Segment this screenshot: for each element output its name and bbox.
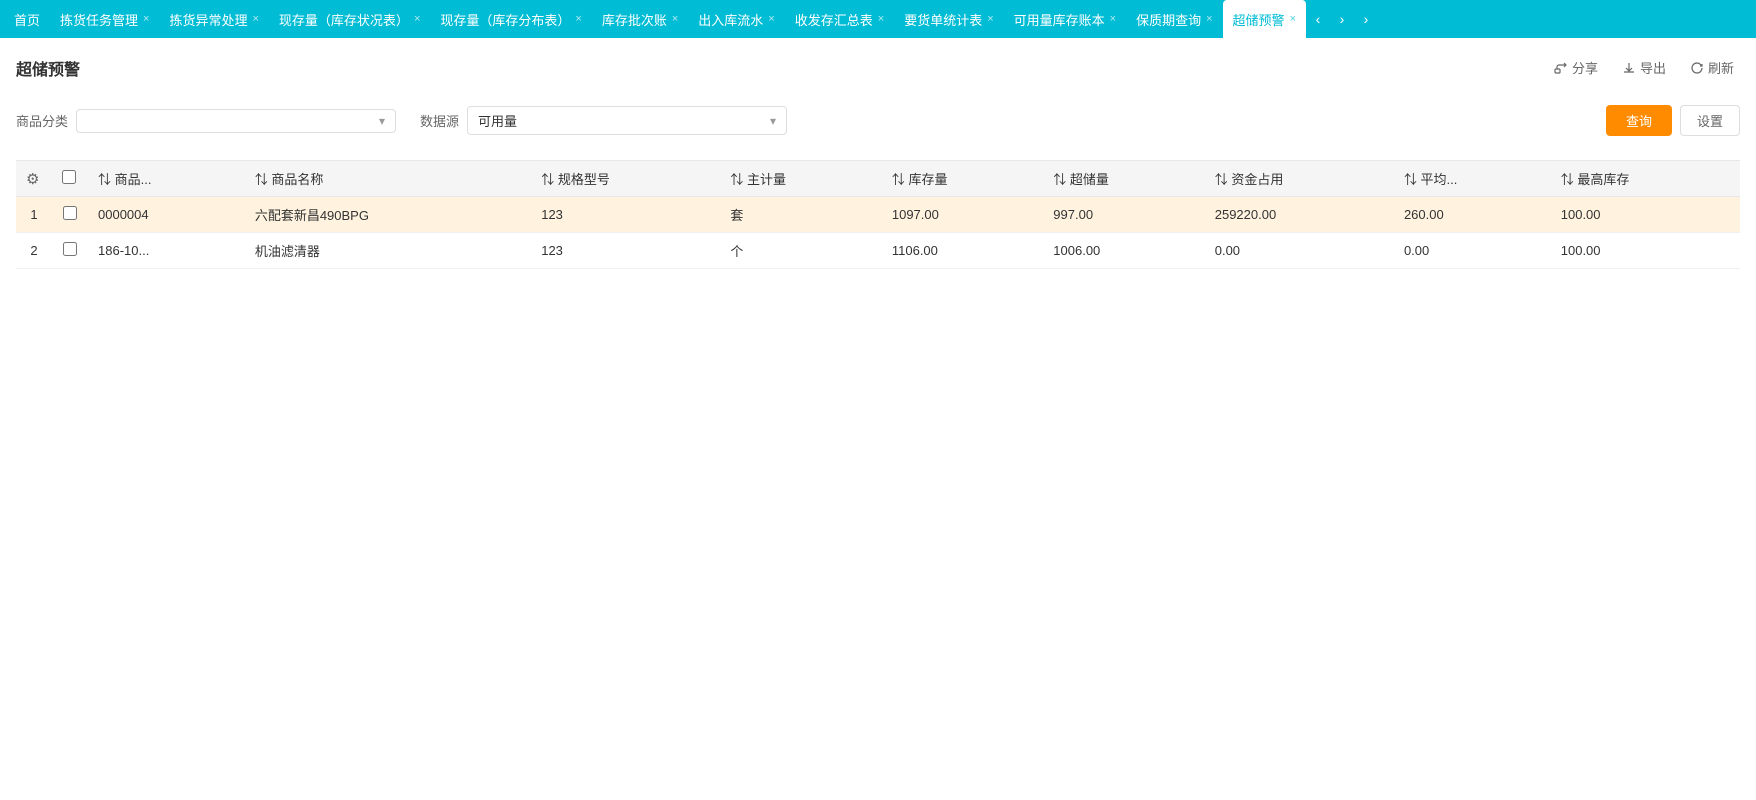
close-quality-check[interactable]: × bbox=[1206, 13, 1212, 25]
category-label: 商品分类 bbox=[16, 111, 68, 130]
row-2-stock: 1106.00 bbox=[882, 233, 1043, 269]
datasource-filter: 数据源 可用量 ▾ bbox=[420, 106, 787, 135]
nav-home[interactable]: 首页 bbox=[4, 0, 50, 38]
nav-available-account[interactable]: 可用量库存账本 × bbox=[1004, 0, 1126, 38]
table-header-row: ⚙ ⇅ 商品... ⇅ 商品名称 ⇅ 规格型号 ⇅ 主计量 ⇅ bbox=[16, 161, 1740, 197]
col-max-stock-header[interactable]: ⇅ 最高库存 bbox=[1551, 161, 1740, 197]
close-batch-account[interactable]: × bbox=[672, 13, 678, 25]
nav-next-arrow[interactable]: › bbox=[1330, 0, 1354, 38]
row-2-unit: 个 bbox=[720, 233, 881, 269]
close-inout-flow[interactable]: × bbox=[768, 13, 774, 25]
nav-batch-account[interactable]: 库存批次账 × bbox=[592, 0, 688, 38]
select-all-checkbox[interactable] bbox=[62, 170, 76, 184]
col-overstock-header[interactable]: ⇅ 超储量 bbox=[1043, 161, 1204, 197]
row-1-overstock: 997.00 bbox=[1043, 197, 1204, 233]
top-nav: 首页 拣货任务管理 × 拣货异常处理 × 现存量（库存状况表）× 现存量（库存分… bbox=[0, 0, 1756, 38]
nav-receive-summary[interactable]: 收发存汇总表 × bbox=[785, 0, 894, 38]
row-1-unit: 套 bbox=[720, 197, 881, 233]
nav-inout-flow[interactable]: 出入库流水 × bbox=[688, 0, 784, 38]
row-1-select-checkbox[interactable] bbox=[63, 206, 77, 220]
close-order-stats[interactable]: × bbox=[987, 13, 993, 25]
filter-actions: 查询 设置 bbox=[1606, 105, 1740, 136]
nav-task-mgmt[interactable]: 拣货任务管理 × bbox=[50, 0, 159, 38]
nav-overstock-warning[interactable]: 超储预警 × bbox=[1223, 0, 1306, 38]
row-2-num: 2 bbox=[16, 233, 52, 269]
export-icon bbox=[1622, 61, 1636, 75]
query-button[interactable]: 查询 bbox=[1606, 105, 1672, 136]
row-1-avg: 260.00 bbox=[1394, 197, 1551, 233]
nav-quality-check[interactable]: 保质期查询 × bbox=[1126, 0, 1222, 38]
row-1-capital: 259220.00 bbox=[1205, 197, 1394, 233]
row-2-name: 机油滤清器 bbox=[245, 233, 531, 269]
row-1-spec: 123 bbox=[531, 197, 720, 233]
close-overstock-warning[interactable]: × bbox=[1290, 13, 1296, 25]
col-capital-header[interactable]: ⇅ 资金占用 bbox=[1205, 161, 1394, 197]
row-1-code: 0000004 bbox=[88, 197, 245, 233]
category-select[interactable]: ▾ bbox=[76, 109, 396, 133]
page-header: 超储预警 分享 导出 刷新 bbox=[16, 54, 1740, 81]
row-1-stock: 1097.00 bbox=[882, 197, 1043, 233]
datasource-select[interactable]: 可用量 ▾ bbox=[467, 106, 787, 135]
export-button[interactable]: 导出 bbox=[1616, 54, 1672, 81]
nav-abnormal[interactable]: 拣货异常处理 × bbox=[159, 0, 268, 38]
nav-more-arrow[interactable]: › bbox=[1354, 0, 1378, 38]
row-1-name: 六配套新昌490BPG bbox=[245, 197, 531, 233]
data-table: ⚙ ⇅ 商品... ⇅ 商品名称 ⇅ 规格型号 ⇅ 主计量 ⇅ bbox=[16, 160, 1740, 269]
page-title: 超储预警 bbox=[16, 56, 80, 80]
table-row: 1 0000004 六配套新昌490BPG 123 套 1097.00 997.… bbox=[16, 197, 1740, 233]
col-name-header[interactable]: ⇅ 商品名称 bbox=[245, 161, 531, 197]
col-spec-header[interactable]: ⇅ 规格型号 bbox=[531, 161, 720, 197]
row-2-spec: 123 bbox=[531, 233, 720, 269]
filter-bar: 商品分类 ▾ 数据源 可用量 ▾ 查询 设置 bbox=[16, 97, 1740, 144]
row-2-code: 186-10... bbox=[88, 233, 245, 269]
close-task-mgmt[interactable]: × bbox=[143, 13, 149, 25]
col-avg-header[interactable]: ⇅ 平均... bbox=[1394, 161, 1551, 197]
col-stock-header[interactable]: ⇅ 库存量 bbox=[882, 161, 1043, 197]
nav-stock-status[interactable]: 现存量（库存状况表）× bbox=[269, 0, 430, 38]
category-chevron-icon: ▾ bbox=[379, 114, 385, 128]
row-2-avg: 0.00 bbox=[1394, 233, 1551, 269]
datasource-chevron-icon: ▾ bbox=[770, 114, 776, 128]
table-settings-icon[interactable]: ⚙ bbox=[26, 171, 39, 188]
nav-prev-arrow[interactable]: ‹ bbox=[1306, 0, 1330, 38]
col-code-header[interactable]: ⇅ 商品... bbox=[88, 161, 245, 197]
share-button[interactable]: 分享 bbox=[1548, 54, 1604, 81]
row-2-overstock: 1006.00 bbox=[1043, 233, 1204, 269]
refresh-button[interactable]: 刷新 bbox=[1684, 54, 1740, 81]
col-checkbox-header[interactable] bbox=[52, 161, 88, 197]
close-abnormal[interactable]: × bbox=[252, 13, 258, 25]
close-receive-summary[interactable]: × bbox=[878, 13, 884, 25]
table-row: 2 186-10... 机油滤清器 123 个 1106.00 1006.00 … bbox=[16, 233, 1740, 269]
row-2-select-checkbox[interactable] bbox=[63, 242, 77, 256]
category-filter: 商品分类 ▾ bbox=[16, 109, 396, 133]
col-unit-header[interactable]: ⇅ 主计量 bbox=[720, 161, 881, 197]
refresh-icon bbox=[1690, 61, 1704, 75]
col-settings-header[interactable]: ⚙ bbox=[16, 161, 52, 197]
row-2-max-stock: 100.00 bbox=[1551, 233, 1740, 269]
close-available-account[interactable]: × bbox=[1110, 13, 1116, 25]
row-1-num: 1 bbox=[16, 197, 52, 233]
row-2-capital: 0.00 bbox=[1205, 233, 1394, 269]
close-stock-dist[interactable]: × bbox=[575, 13, 581, 25]
datasource-select-text: 可用量 bbox=[478, 111, 517, 130]
row-2-checkbox[interactable] bbox=[52, 233, 88, 269]
main-content: 超储预警 分享 导出 刷新 bbox=[0, 38, 1756, 800]
close-stock-status[interactable]: × bbox=[414, 13, 420, 25]
header-actions: 分享 导出 刷新 bbox=[1548, 54, 1740, 81]
nav-order-stats[interactable]: 要货单统计表 × bbox=[894, 0, 1003, 38]
row-1-checkbox[interactable] bbox=[52, 197, 88, 233]
datasource-label: 数据源 bbox=[420, 111, 459, 130]
settings-button[interactable]: 设置 bbox=[1680, 105, 1740, 136]
nav-stock-dist[interactable]: 现存量（库存分布表）× bbox=[430, 0, 591, 38]
row-1-max-stock: 100.00 bbox=[1551, 197, 1740, 233]
share-icon bbox=[1554, 61, 1568, 75]
